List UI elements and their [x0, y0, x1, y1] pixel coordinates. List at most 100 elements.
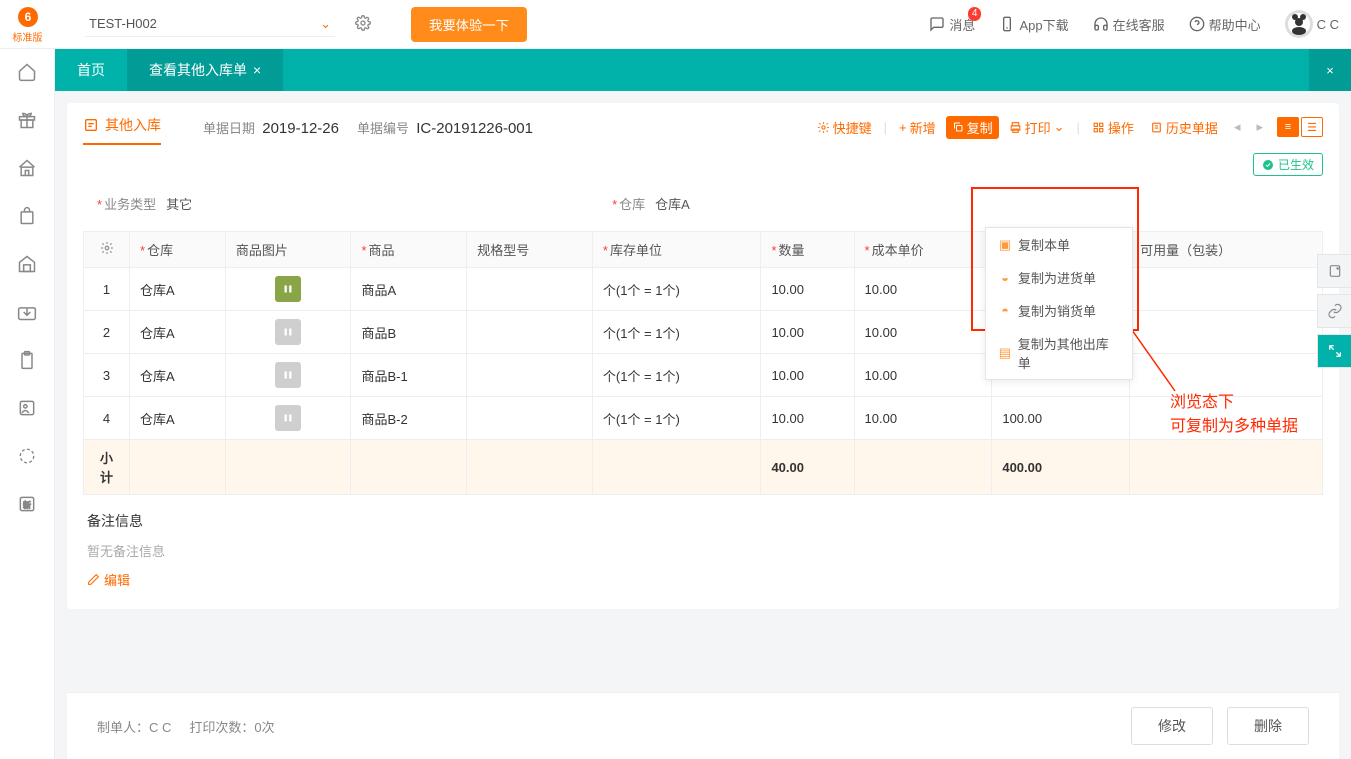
row-index: 4	[84, 397, 130, 440]
rail-link-icon[interactable]	[1317, 294, 1351, 328]
sale-icon: ◓	[998, 304, 1012, 318]
message-icon	[929, 16, 945, 32]
gear-icon	[100, 241, 114, 255]
biz-type-field: *业务类型其它	[97, 194, 192, 213]
row-spec	[467, 268, 593, 311]
copy-this-doc[interactable]: ▣复制本单	[986, 228, 1132, 261]
message-badge: 4	[968, 7, 982, 21]
row-image	[225, 268, 351, 311]
rail-note-icon[interactable]	[1317, 254, 1351, 288]
col-available: 可用量（包装）	[1130, 232, 1323, 268]
sidebar: 新	[0, 49, 55, 759]
sidebar-home-icon[interactable]	[7, 57, 47, 87]
rail-expand-icon[interactable]	[1317, 334, 1351, 368]
table-row[interactable]: 1仓库A商品A个(1个 = 1个)10.0010.00100.00	[84, 268, 1323, 311]
history-button[interactable]: 历史单据	[1144, 116, 1224, 139]
check-circle-icon	[1262, 159, 1274, 171]
col-qty: *数量	[761, 232, 854, 268]
copy-icon	[952, 121, 964, 133]
copy-button[interactable]: 复制	[946, 116, 999, 139]
sidebar-money-icon[interactable]	[7, 297, 47, 327]
sidebar-store-icon[interactable]	[7, 153, 47, 183]
try-button[interactable]: 我要体验一下	[411, 7, 527, 42]
row-qty: 10.00	[761, 354, 854, 397]
copy-as-other-out[interactable]: ▤复制为其他出库单	[986, 327, 1132, 379]
view-card-button[interactable]: ☰	[1301, 117, 1323, 137]
col-image: 商品图片	[225, 232, 351, 268]
purchase-icon: ◒	[998, 271, 1012, 285]
row-index: 2	[84, 311, 130, 354]
gear-icon[interactable]	[355, 15, 371, 34]
sidebar-bag-icon[interactable]	[7, 201, 47, 231]
online-service-link[interactable]: 在线客服	[1093, 15, 1165, 34]
prev-button[interactable]: ◂	[1228, 117, 1247, 137]
org-selector-value: TEST-H002	[89, 16, 157, 31]
operate-button[interactable]: 操作	[1086, 116, 1140, 139]
footer-bar: 制单人：C C 打印次数：0次 修改 删除	[67, 692, 1339, 759]
sidebar-warehouse-icon[interactable]	[7, 249, 47, 279]
row-available	[1130, 311, 1323, 354]
row-unit: 个(1个 = 1个)	[592, 354, 761, 397]
modify-button[interactable]: 修改	[1131, 707, 1213, 745]
copy-as-sale[interactable]: ◓复制为销货单	[986, 294, 1132, 327]
row-warehouse: 仓库A	[130, 311, 226, 354]
next-button[interactable]: ▸	[1250, 117, 1269, 137]
sidebar-clipboard-icon[interactable]	[7, 345, 47, 375]
table-row[interactable]: 4仓库A商品B-2个(1个 = 1个)10.0010.00100.00	[84, 397, 1323, 440]
footer-maker: 制单人：C C	[97, 717, 171, 736]
avatar	[1285, 10, 1313, 38]
row-available	[1130, 268, 1323, 311]
sidebar-loading-icon[interactable]	[7, 441, 47, 471]
row-unit: 个(1个 = 1个)	[592, 397, 761, 440]
logo[interactable]: 6 标准版	[0, 5, 55, 44]
row-product: 商品B-1	[351, 354, 467, 397]
table-row[interactable]: 3仓库A商品B-1个(1个 = 1个)10.0010.00100.00	[84, 354, 1323, 397]
subtotal-qty: 40.00	[761, 440, 854, 495]
subtotal-row: 小计40.00400.00	[84, 440, 1323, 495]
copy-as-purchase[interactable]: ◒复制为进货单	[986, 261, 1132, 294]
row-amount: 100.00	[992, 397, 1130, 440]
subtotal-amount: 400.00	[992, 440, 1130, 495]
user-menu[interactable]: C C	[1285, 10, 1339, 38]
svg-text:6: 6	[24, 10, 31, 24]
copy-dropdown: ▣复制本单 ◒复制为进货单 ◓复制为销货单 ▤复制为其他出库单	[985, 227, 1133, 380]
other-out-icon: ▤	[998, 346, 1012, 360]
tab-view-other-in[interactable]: 查看其他入库单 ×	[127, 49, 283, 91]
row-qty: 10.00	[761, 268, 854, 311]
sidebar-profile-icon[interactable]	[7, 393, 47, 423]
table-row[interactable]: 2仓库A商品B个(1个 = 1个)10.0010.00100.00	[84, 311, 1323, 354]
remark-edit-button[interactable]: 编辑	[87, 570, 1319, 589]
chevron-down-icon: ⌄	[1054, 119, 1065, 135]
status-effective: 已生效	[1253, 153, 1323, 176]
logo-text: 标准版	[13, 29, 43, 44]
close-icon[interactable]: ×	[253, 62, 261, 78]
org-selector[interactable]: TEST-H002 ⌄	[85, 12, 335, 37]
row-warehouse: 仓库A	[130, 268, 226, 311]
sidebar-gift-icon[interactable]	[7, 105, 47, 135]
grid-icon	[1092, 121, 1105, 134]
sidebar-new-icon[interactable]: 新	[7, 489, 47, 519]
col-gear[interactable]	[84, 232, 130, 268]
shortcut-button[interactable]: 快捷键	[811, 116, 878, 139]
print-button[interactable]: 打印 ⌄	[1003, 116, 1071, 139]
row-available	[1130, 354, 1323, 397]
svg-text:新: 新	[23, 499, 31, 509]
messages-link[interactable]: 消息 4	[929, 15, 975, 34]
view-list-button[interactable]: ≡	[1277, 117, 1299, 137]
delete-button[interactable]: 删除	[1227, 707, 1309, 745]
app-download-link[interactable]: App下载	[999, 15, 1068, 34]
col-unit-cost: *成本单价	[854, 232, 992, 268]
new-button[interactable]: +新增	[893, 116, 942, 139]
row-unit-cost: 10.00	[854, 397, 992, 440]
tab-home[interactable]: 首页	[55, 49, 127, 91]
row-image	[225, 354, 351, 397]
doc-icon	[83, 117, 99, 133]
remark-title: 备注信息	[87, 511, 1319, 531]
edit-icon	[87, 573, 100, 586]
help-center-link[interactable]: 帮助中心	[1189, 15, 1261, 34]
remark-empty: 暂无备注信息	[87, 541, 1319, 560]
col-product: *商品	[351, 232, 467, 268]
row-qty: 10.00	[761, 311, 854, 354]
warehouse-field: *仓库仓库A	[612, 194, 690, 213]
close-all-tabs[interactable]: ×	[1309, 49, 1351, 91]
